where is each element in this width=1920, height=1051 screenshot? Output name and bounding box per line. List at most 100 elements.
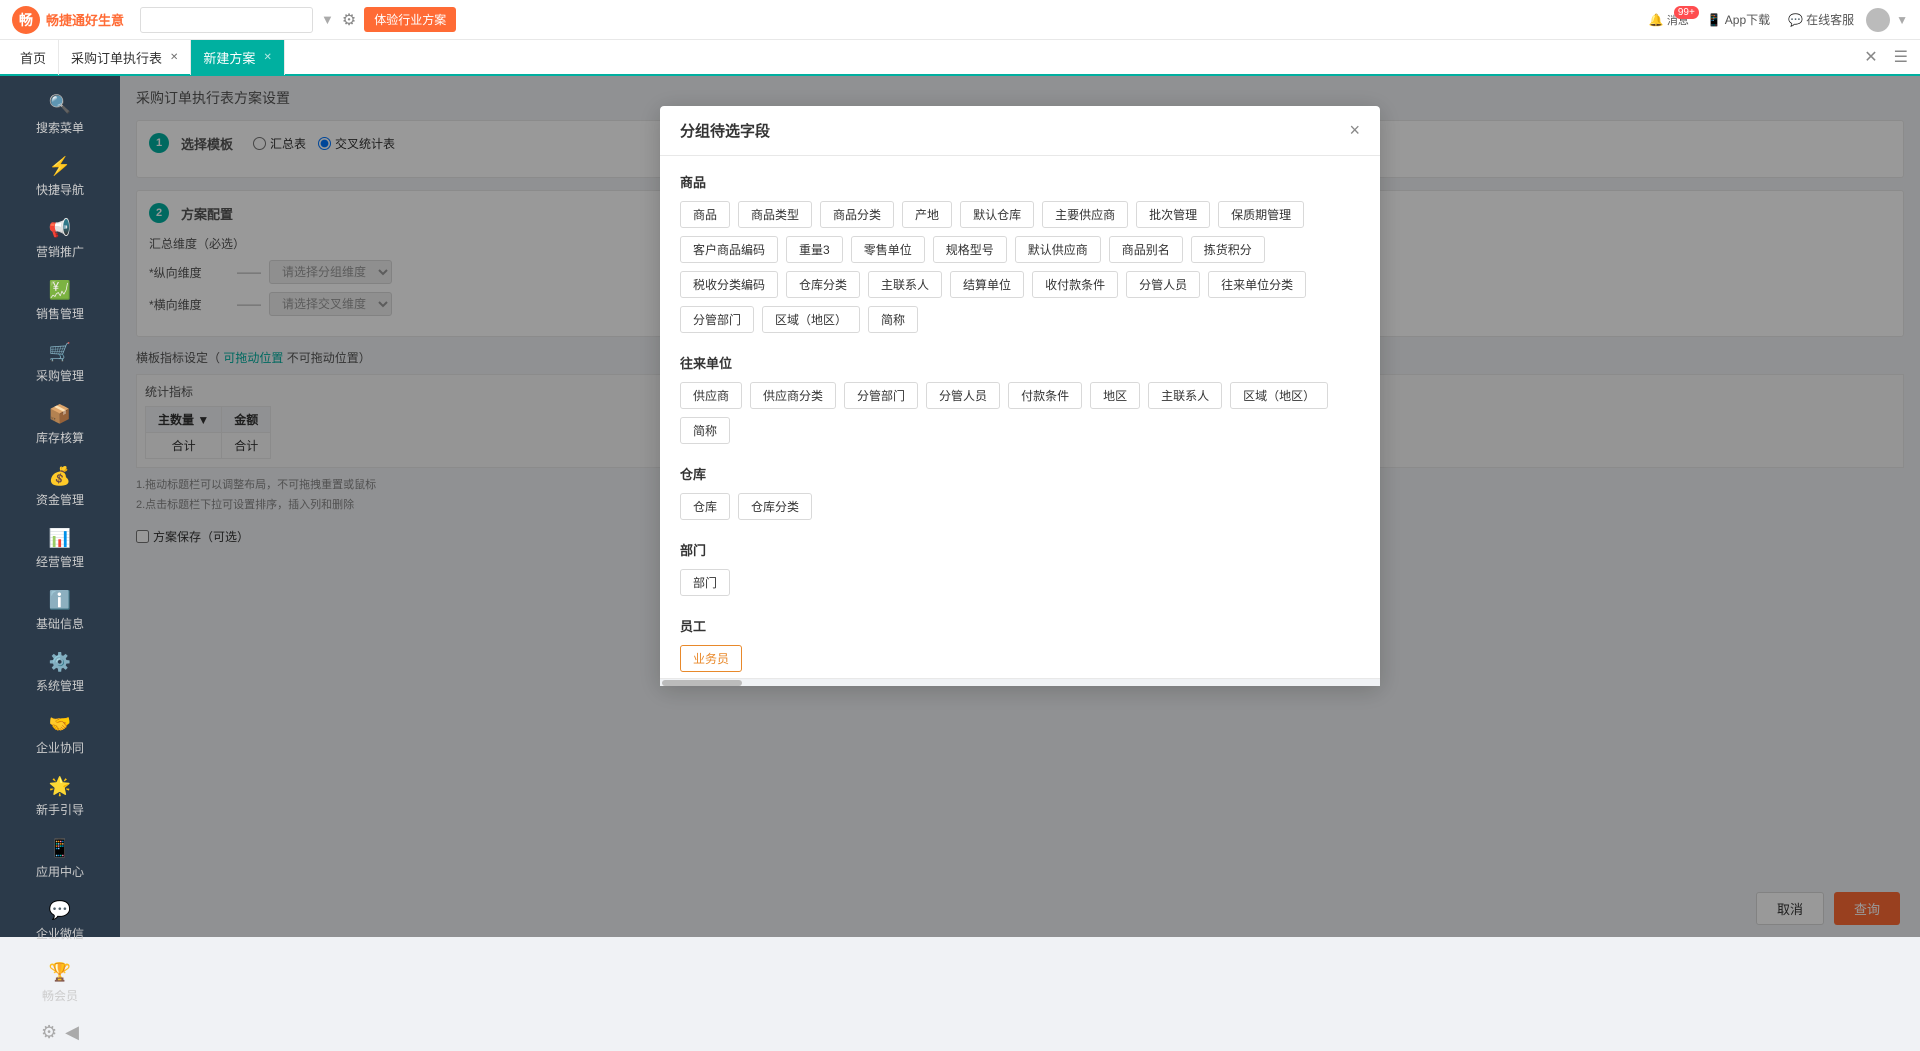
- online-service-btn[interactable]: 💬 在线客服: [1782, 9, 1860, 30]
- contacts-fields: 供应商 供应商分类 分管部门 分管人员 付款条件 地区 主联系人 区域（地区） …: [680, 382, 1360, 444]
- field-tag[interactable]: 商品: [680, 201, 730, 228]
- content-area: 采购订单执行表方案设置 1 选择模板 汇总表 交叉统计表: [120, 76, 1920, 937]
- field-tag[interactable]: 重量3: [786, 236, 843, 263]
- modal-close-btn[interactable]: ×: [1349, 120, 1360, 141]
- section-goods-title: 商品: [680, 172, 1360, 191]
- settings-icon[interactable]: ⚙: [342, 10, 356, 30]
- tab-new-plan[interactable]: 新建方案 ✕: [191, 39, 284, 75]
- field-tag[interactable]: 区域（地区）: [1230, 382, 1328, 409]
- field-tag[interactable]: 区域（地区）: [762, 306, 860, 333]
- field-tag[interactable]: 业务员: [680, 645, 742, 672]
- tab-close-purchase[interactable]: ✕: [170, 52, 178, 63]
- field-tag[interactable]: 部门: [680, 569, 730, 596]
- field-tag[interactable]: 规格型号: [933, 236, 1007, 263]
- field-tag[interactable]: 商品类型: [738, 201, 812, 228]
- tab-close-all-icon[interactable]: ✕: [1860, 47, 1881, 67]
- ops-icon: 📊: [49, 528, 71, 549]
- sidebar-item-search[interactable]: 🔍 搜索菜单: [0, 84, 120, 146]
- field-tag[interactable]: 仓库分类: [786, 271, 860, 298]
- field-tag[interactable]: 供应商分类: [750, 382, 836, 409]
- modal-hscrollbar-thumb[interactable]: [662, 680, 742, 686]
- sidebar-item-wechat[interactable]: 💬 企业微信: [0, 890, 120, 952]
- app-download-btn[interactable]: 📱 App下载: [1701, 9, 1776, 30]
- guide-icon: 🌟: [49, 776, 71, 797]
- wechat-icon: 💬: [49, 900, 71, 921]
- field-tag[interactable]: 分管部门: [680, 306, 754, 333]
- field-tag[interactable]: 商品别名: [1109, 236, 1183, 263]
- sidebar-item-purchase[interactable]: 🛒 采购管理: [0, 332, 120, 394]
- experience-btn[interactable]: 体验行业方案: [364, 7, 456, 32]
- modal-body: 商品 商品 商品类型 商品分类 产地 默认仓库 主要供应商 批次管理 保质期管理…: [660, 156, 1380, 678]
- tab-purchase-exec[interactable]: 采购订单执行表 ✕: [59, 39, 191, 75]
- tab-bar: 首页 采购订单执行表 ✕ 新建方案 ✕ ✕ ☰: [0, 40, 1920, 76]
- field-tag[interactable]: 仓库: [680, 493, 730, 520]
- sidebar-item-finance[interactable]: 💰 资金管理: [0, 456, 120, 518]
- field-tag[interactable]: 商品分类: [820, 201, 894, 228]
- sidebar-item-member[interactable]: 🏆 畅会员: [0, 952, 120, 1014]
- field-tag[interactable]: 默认仓库: [960, 201, 1034, 228]
- sales-icon: 💹: [49, 280, 71, 301]
- tab-menu-icon[interactable]: ☰: [1890, 47, 1912, 67]
- field-tag[interactable]: 保质期管理: [1218, 201, 1304, 228]
- field-tag[interactable]: 收付款条件: [1032, 271, 1118, 298]
- tab-home[interactable]: 首页: [8, 39, 59, 75]
- logo-area: 畅 畅捷通好生意: [12, 6, 132, 34]
- field-selection-modal: 分组待选字段 × 商品 商品 商品类型 商品分类 产地 默认仓库 主要供应商: [660, 106, 1380, 686]
- avatar[interactable]: [1866, 8, 1890, 32]
- sidebar-item-sales[interactable]: 💹 销售管理: [0, 270, 120, 332]
- section-contacts-title: 往来单位: [680, 353, 1360, 372]
- marketing-icon: 📢: [49, 218, 71, 239]
- sidebar-item-system[interactable]: ⚙️ 系统管理: [0, 642, 120, 704]
- sidebar-item-ops[interactable]: 📊 经营管理: [0, 518, 120, 580]
- sidebar-collapse-btn[interactable]: ◀: [65, 1022, 79, 1043]
- search-icon: 🔍: [49, 94, 71, 115]
- member-icon: 🏆: [49, 962, 71, 983]
- modal-title: 分组待选字段: [680, 120, 770, 141]
- field-tag[interactable]: 批次管理: [1136, 201, 1210, 228]
- sidebar-item-app-center[interactable]: 📱 应用中心: [0, 828, 120, 890]
- field-tag[interactable]: 简称: [868, 306, 918, 333]
- field-tag[interactable]: 分管部门: [844, 382, 918, 409]
- notification-btn[interactable]: 🔔 消息 99+: [1643, 10, 1695, 30]
- modal-header: 分组待选字段 ×: [660, 106, 1380, 156]
- field-tag[interactable]: 产地: [902, 201, 952, 228]
- sidebar-settings-btn[interactable]: ⚙: [41, 1022, 57, 1043]
- field-tag[interactable]: 主联系人: [868, 271, 942, 298]
- field-tag[interactable]: 分管人员: [1126, 271, 1200, 298]
- field-tag[interactable]: 地区: [1090, 382, 1140, 409]
- sidebar-item-inventory[interactable]: 📦 库存核算: [0, 394, 120, 456]
- sidebar-bottom: ⚙ ◀: [0, 1014, 120, 1051]
- field-tag[interactable]: 客户商品编码: [680, 236, 778, 263]
- purchase-icon: 🛒: [49, 342, 71, 363]
- field-tag[interactable]: 结算单位: [950, 271, 1024, 298]
- field-tag[interactable]: 税收分类编码: [680, 271, 778, 298]
- field-tag[interactable]: 零售单位: [851, 236, 925, 263]
- field-tag[interactable]: 供应商: [680, 382, 742, 409]
- field-tag[interactable]: 拣货积分: [1191, 236, 1265, 263]
- dropdown-icon[interactable]: ▼: [321, 12, 334, 27]
- sidebar-item-quick-nav[interactable]: ⚡ 快捷导航: [0, 146, 120, 208]
- field-tag[interactable]: 主要供应商: [1042, 201, 1128, 228]
- modal-overlay: 分组待选字段 × 商品 商品 商品类型 商品分类 产地 默认仓库 主要供应商: [120, 76, 1920, 937]
- field-tag[interactable]: 默认供应商: [1015, 236, 1101, 263]
- section-warehouse: 仓库 仓库 仓库分类: [680, 464, 1360, 520]
- field-tag[interactable]: 付款条件: [1008, 382, 1082, 409]
- sidebar-item-marketing[interactable]: 📢 营销推广: [0, 208, 120, 270]
- user-menu-icon[interactable]: ▼: [1896, 13, 1908, 27]
- tab-close-new-plan[interactable]: ✕: [263, 52, 271, 63]
- field-tag[interactable]: 仓库分类: [738, 493, 812, 520]
- sidebar-item-collab[interactable]: 🤝 企业协同: [0, 704, 120, 766]
- field-tag[interactable]: 主联系人: [1148, 382, 1222, 409]
- sidebar-item-guide[interactable]: 🌟 新手引导: [0, 766, 120, 828]
- goods-fields: 商品 商品类型 商品分类 产地 默认仓库 主要供应商 批次管理 保质期管理 客户…: [680, 201, 1360, 333]
- sidebar-item-basic[interactable]: ℹ️ 基础信息: [0, 580, 120, 642]
- dept-fields: 部门: [680, 569, 1360, 596]
- field-tag[interactable]: 往来单位分类: [1208, 271, 1306, 298]
- modal-hscrollbar[interactable]: [660, 678, 1380, 686]
- inventory-icon: 📦: [49, 404, 71, 425]
- collab-icon: 🤝: [49, 714, 71, 735]
- header-search-input[interactable]: [140, 7, 313, 33]
- field-tag[interactable]: 简称: [680, 417, 730, 444]
- app-center-icon: 📱: [49, 838, 71, 859]
- field-tag[interactable]: 分管人员: [926, 382, 1000, 409]
